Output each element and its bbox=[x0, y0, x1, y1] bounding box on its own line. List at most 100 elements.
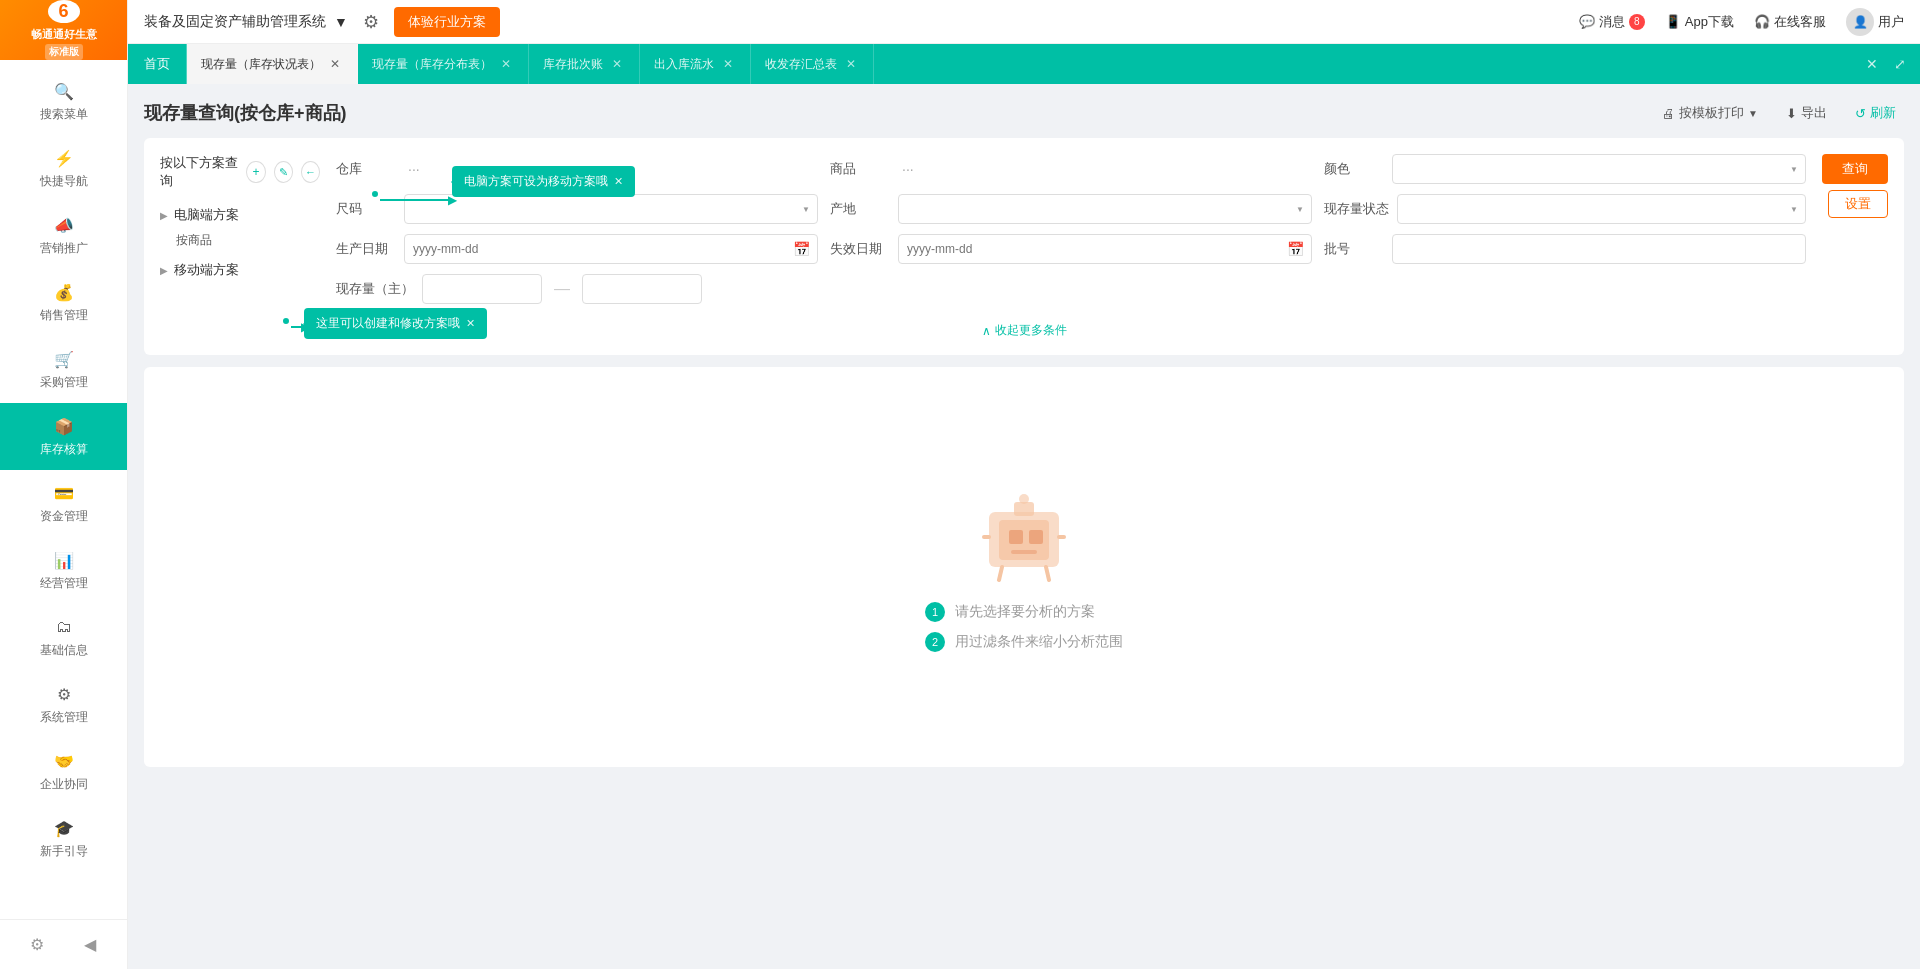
search-menu-icon: 🔍 bbox=[53, 80, 75, 102]
marketing-icon: 📣 bbox=[53, 214, 75, 236]
mobile-scheme-node[interactable]: ▶ 移动端方案 bbox=[160, 257, 320, 283]
tab-maximize-btn[interactable]: ⤢ bbox=[1888, 52, 1912, 76]
logo-text: 畅通通好生意 bbox=[31, 27, 97, 42]
settings-bottom-btn[interactable]: ⚙ bbox=[23, 931, 51, 959]
origin-select-wrapper bbox=[898, 194, 1312, 224]
main-content: 装备及固定资产辅助管理系统 ▼ ⚙ 体验行业方案 💬 消息 8 📱 App下载 … bbox=[128, 0, 1920, 969]
desktop-scheme-children: 按商品 bbox=[160, 228, 320, 253]
tab-close-icon[interactable]: ✕ bbox=[843, 56, 859, 72]
svg-point-6 bbox=[1019, 494, 1029, 504]
sidebar-logo: 6 畅通通好生意 标准版 bbox=[0, 0, 127, 60]
sidebar-item-newbie[interactable]: 🎓 新手引导 bbox=[0, 805, 127, 872]
filter-settings-btn[interactable]: 设置 bbox=[1828, 190, 1888, 218]
newbie-icon: 🎓 bbox=[53, 817, 75, 839]
inventory-main-to[interactable] bbox=[582, 274, 702, 304]
scheme-child-goods[interactable]: 按商品 bbox=[176, 228, 320, 253]
desktop-scheme-tooltip: 电脑方案可设为移动方案哦 ✕ bbox=[452, 166, 635, 197]
tab-window-actions: ✕ ⤢ bbox=[1852, 44, 1920, 84]
size-select[interactable] bbox=[404, 194, 818, 224]
inventory-main-from[interactable] bbox=[422, 274, 542, 304]
tab-in-out-flow[interactable]: 出入库流水 ✕ bbox=[640, 44, 751, 84]
filter-header: 按以下方案查询 + ✎ ← bbox=[160, 154, 320, 190]
print-template-btn[interactable]: 🖨 按模板打印 ▼ bbox=[1654, 100, 1766, 126]
back-scheme-btn[interactable]: ← bbox=[301, 161, 320, 183]
create-dot-indicator bbox=[281, 316, 291, 326]
sidebar-item-basic[interactable]: 🗂 基础信息 bbox=[0, 604, 127, 671]
sidebar-item-inventory[interactable]: 📦 库存核算 bbox=[0, 403, 127, 470]
finance-icon: 💳 bbox=[53, 482, 75, 504]
create-tooltip-close[interactable]: ✕ bbox=[466, 317, 475, 330]
industry-btn[interactable]: 体验行业方案 bbox=[394, 7, 500, 37]
tab-inventory-dist[interactable]: 现存量（库存分布表） ✕ bbox=[358, 44, 529, 84]
tab-home[interactable]: 首页 bbox=[128, 44, 187, 84]
purchase-icon: 🛒 bbox=[53, 348, 75, 370]
inventory-status-field: 现存量状态 bbox=[1324, 194, 1806, 224]
user-menu[interactable]: 👤 用户 bbox=[1846, 8, 1904, 36]
add-scheme-btn[interactable]: + bbox=[246, 161, 265, 183]
page-title: 现存量查询(按仓库+商品) bbox=[144, 101, 347, 125]
tab-inventory-status[interactable]: 现存量（库存状况表） ✕ bbox=[187, 44, 358, 84]
tab-close-icon[interactable]: ✕ bbox=[720, 56, 736, 72]
sidebar-item-enterprise[interactable]: 🤝 企业协同 bbox=[0, 738, 127, 805]
logo-icon: 6 bbox=[48, 0, 80, 23]
sidebar-item-operation[interactable]: 📊 经营管理 bbox=[0, 537, 127, 604]
sidebar-item-finance[interactable]: 💳 资金管理 bbox=[0, 470, 127, 537]
goods-field: 商品 ··· bbox=[830, 160, 1312, 178]
messages-btn[interactable]: 💬 消息 8 bbox=[1579, 13, 1645, 31]
edit-scheme-btn[interactable]: ✎ bbox=[274, 161, 293, 183]
basic-icon: 🗂 bbox=[53, 616, 75, 638]
collapse-btn[interactable]: ∧ 收起更多条件 bbox=[982, 322, 1067, 339]
print-icon: 🖨 bbox=[1662, 106, 1675, 121]
tab-close-icon[interactable]: ✕ bbox=[609, 56, 625, 72]
sidebar-item-system[interactable]: ⚙ 系统管理 bbox=[0, 671, 127, 738]
empty-steps-list: 1 请先选择要分析的方案 2 用过滤条件来缩小分析范围 bbox=[925, 602, 1123, 652]
tab-collect-summary[interactable]: 收发存汇总表 ✕ bbox=[751, 44, 874, 84]
svg-line-10 bbox=[1046, 567, 1049, 580]
settings-gear-btn[interactable]: ⚙ bbox=[356, 7, 386, 37]
system-dropdown[interactable]: ▼ bbox=[334, 14, 348, 30]
top-header: 装备及固定资产辅助管理系统 ▼ ⚙ 体验行业方案 💬 消息 8 📱 App下载 … bbox=[128, 0, 1920, 44]
expiry-date-input[interactable] bbox=[898, 234, 1312, 264]
search-btn[interactable]: 查询 bbox=[1822, 154, 1888, 184]
color-select[interactable] bbox=[1392, 154, 1806, 184]
desktop-scheme-node[interactable]: ▶ 电脑端方案 bbox=[160, 202, 320, 228]
user-avatar: 👤 bbox=[1846, 8, 1874, 36]
desktop-tooltip-close[interactable]: ✕ bbox=[614, 175, 623, 188]
content-area: 1 请先选择要分析的方案 2 用过滤条件来缩小分析范围 bbox=[144, 367, 1904, 767]
print-dropdown-icon: ▼ bbox=[1748, 108, 1758, 119]
batch-no-input[interactable] bbox=[1392, 234, 1806, 264]
tab-close-all-btn[interactable]: ✕ bbox=[1860, 52, 1884, 76]
warehouse-more-icon[interactable]: ··· bbox=[404, 161, 424, 177]
export-btn[interactable]: ⬇ 导出 bbox=[1778, 100, 1835, 126]
filter-area: 按以下方案查询 + ✎ ← ▶ 电脑端方案 按商品 bbox=[144, 138, 1904, 355]
inventory-status-wrapper bbox=[1397, 194, 1806, 224]
sidebar-item-quick-nav[interactable]: ⚡ 快捷导航 bbox=[0, 135, 127, 202]
expiry-date-input-wrapper: 📅 bbox=[898, 234, 1312, 264]
production-date-input[interactable] bbox=[404, 234, 818, 264]
sidebar-item-sales[interactable]: 💰 销售管理 bbox=[0, 269, 127, 336]
tab-close-icon[interactable]: ✕ bbox=[498, 56, 514, 72]
tab-close-icon[interactable]: ✕ bbox=[327, 56, 343, 72]
collapse-up-icon: ∧ bbox=[982, 324, 991, 338]
goods-more-icon[interactable]: ··· bbox=[898, 161, 918, 177]
svg-rect-2 bbox=[1009, 530, 1023, 544]
sidebar-item-purchase[interactable]: 🛒 采购管理 bbox=[0, 336, 127, 403]
production-date-input-wrapper: 📅 bbox=[404, 234, 818, 264]
collapse-sidebar-btn[interactable]: ◀ bbox=[76, 931, 104, 959]
expiry-date-icon[interactable]: 📅 bbox=[1287, 241, 1304, 257]
production-date-icon[interactable]: 📅 bbox=[793, 241, 810, 257]
sidebar: 6 畅通通好生意 标准版 🔍 搜索菜单 ⚡ 快捷导航 📣 营销推广 💰 销售管理… bbox=[0, 0, 128, 969]
origin-select[interactable] bbox=[898, 194, 1312, 224]
sidebar-item-marketing[interactable]: 📣 营销推广 bbox=[0, 202, 127, 269]
tab-bar: 首页 现存量（库存状况表） ✕ 现存量（库存分布表） ✕ 库存批次账 ✕ 出入库… bbox=[128, 44, 1920, 84]
search-buttons: 查询 设置 bbox=[1822, 154, 1888, 218]
expiry-date-field: 失效日期 📅 bbox=[830, 234, 1312, 264]
page-header: 现存量查询(按仓库+商品) 🖨 按模板打印 ▼ ⬇ 导出 ↺ 刷新 bbox=[144, 100, 1904, 126]
refresh-btn[interactable]: ↺ 刷新 bbox=[1847, 100, 1904, 126]
inventory-status-select[interactable] bbox=[1397, 194, 1806, 224]
online-support-btn[interactable]: 🎧 在线客服 bbox=[1754, 13, 1826, 31]
app-download-btn[interactable]: 📱 App下载 bbox=[1665, 13, 1734, 31]
tab-batch-account[interactable]: 库存批次账 ✕ bbox=[529, 44, 640, 84]
sidebar-item-search-menu[interactable]: 🔍 搜索菜单 bbox=[0, 68, 127, 135]
page-actions: 🖨 按模板打印 ▼ ⬇ 导出 ↺ 刷新 bbox=[1654, 100, 1904, 126]
